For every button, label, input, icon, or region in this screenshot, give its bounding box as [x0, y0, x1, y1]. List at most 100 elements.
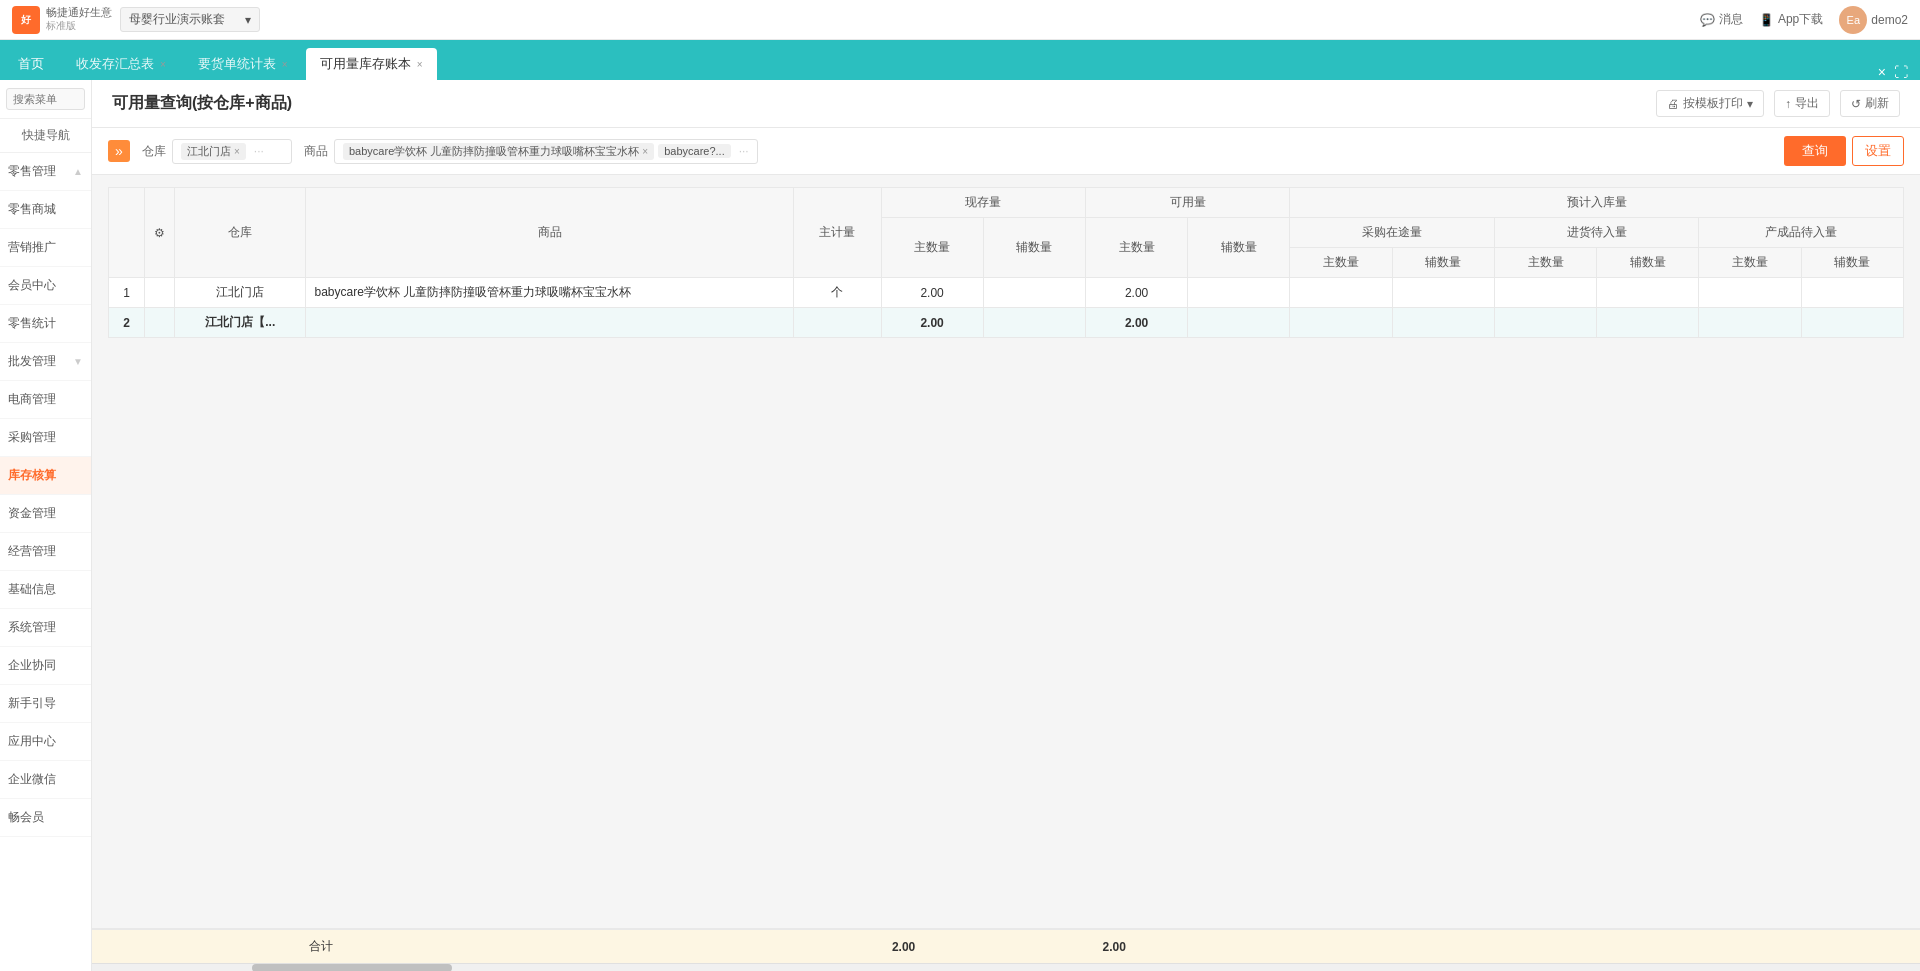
- th-settings: ⚙: [145, 188, 175, 278]
- th-product-pending: 产成品待入量: [1699, 218, 1904, 248]
- cell-settings-1: [145, 278, 175, 308]
- nav-tabs: 首页 收发存汇总表 × 要货单统计表 × 可用量库存账本 × × ⛶: [0, 40, 1920, 80]
- settings-gear-icon[interactable]: ⚙: [154, 226, 165, 240]
- export-button[interactable]: ↑ 导出: [1774, 90, 1830, 117]
- sidebar-item-retail-stats[interactable]: 零售统计: [0, 305, 91, 343]
- industry-label: 母婴行业演示账套: [129, 11, 225, 28]
- sidebar-retail-mgmt-label: 零售管理: [8, 163, 56, 180]
- product-tag-remove[interactable]: ×: [642, 146, 648, 157]
- sidebar-marketing-label: 营销推广: [8, 239, 56, 256]
- product-filter-field: 商品 babycare学饮杯 儿童防摔防撞吸管杯重力球吸嘴杯宝宝水杯 × bab…: [304, 139, 758, 164]
- top-bar-right: 💬 消息 📱 App下载 Ea demo2: [1700, 6, 1908, 34]
- warehouse-tag-jiangbei: 江北门店 ×: [181, 143, 246, 160]
- product-tag-input[interactable]: babycare学饮杯 儿童防摔防撞吸管杯重力球吸嘴杯宝宝水杯 × babyca…: [334, 139, 758, 164]
- sidebar-item-app-center[interactable]: 应用中心: [0, 723, 91, 761]
- total-empty-4: [761, 938, 851, 955]
- th-purchase-transit: 采购在途量: [1290, 218, 1494, 248]
- sidebar-system-label: 系统管理: [8, 619, 56, 636]
- cell-pur-transit-aux-1: [1392, 278, 1494, 308]
- tab-available-stock[interactable]: 可用量库存账本 ×: [306, 48, 437, 80]
- query-button[interactable]: 查询: [1784, 136, 1846, 166]
- sidebar-item-inventory[interactable]: 库存核算: [0, 457, 91, 495]
- cell-available-main-1: 2.00: [1085, 278, 1187, 308]
- product-label: 商品: [304, 143, 328, 160]
- main-layout: 快捷导航 零售管理 ▲ 零售商城 营销推广 会员中心 零售统计 批发管理 ▼ 电…: [0, 80, 1920, 971]
- sidebar-item-marketing[interactable]: 营销推广: [0, 229, 91, 267]
- content-area: 可用量查询(按仓库+商品) 🖨 按模板打印 ▾ ↑ 导出 ↺ 刷新 »: [92, 80, 1920, 971]
- tab-home[interactable]: 首页: [4, 48, 58, 80]
- sidebar-item-system-mgmt[interactable]: 系统管理: [0, 609, 91, 647]
- chevron-up-icon: ▲: [73, 166, 83, 177]
- user-profile[interactable]: Ea demo2: [1839, 6, 1908, 34]
- warehouse-tag-input[interactable]: 江北门店 × ···: [172, 139, 292, 164]
- template-print-button[interactable]: 🖨 按模板打印 ▾: [1656, 90, 1764, 117]
- sidebar-item-new-guide[interactable]: 新手引导: [0, 685, 91, 723]
- scrollbar-thumb[interactable]: [252, 964, 452, 971]
- horizontal-scrollbar[interactable]: [92, 963, 1920, 971]
- sidebar-basic-info-label: 基础信息: [8, 581, 56, 598]
- industry-selector[interactable]: 母婴行业演示账套 ▾: [120, 7, 260, 32]
- cell-product-main-2: [1699, 308, 1801, 338]
- settings-button[interactable]: 设置: [1852, 136, 1904, 166]
- th-inbound-main: 主数量: [1494, 248, 1596, 278]
- sidebar-item-member-center[interactable]: 会员中心: [0, 267, 91, 305]
- product-filter-dots-icon: ···: [739, 144, 749, 158]
- fullscreen-icon[interactable]: ⛶: [1894, 64, 1908, 80]
- search-input[interactable]: [6, 88, 85, 110]
- tab-receivable-summary[interactable]: 收发存汇总表 ×: [62, 48, 180, 80]
- tab-order-label: 要货单统计表: [198, 55, 276, 73]
- sidebar-retail-mall-label: 零售商城: [8, 201, 56, 218]
- cell-pur-transit-aux-2: [1392, 308, 1494, 338]
- sidebar-item-enterprise-collab[interactable]: 企业协同: [0, 647, 91, 685]
- sidebar-item-wholesale[interactable]: 批发管理 ▼: [0, 343, 91, 381]
- logo: 好 畅捷通好生意 标准版: [12, 6, 112, 34]
- th-available-aux: 辅数量: [1188, 218, 1290, 278]
- cell-settings-2: [145, 308, 175, 338]
- filter-expand-button[interactable]: »: [108, 140, 130, 162]
- close-tabs-icon[interactable]: ×: [1878, 64, 1886, 80]
- sidebar-item-purchase-mgmt[interactable]: 采购管理: [0, 419, 91, 457]
- message-icon: 💬: [1700, 13, 1715, 27]
- sidebar-inventory-label: 库存核算: [8, 467, 56, 484]
- cell-product-2: [306, 308, 793, 338]
- sidebar-retail-stats-label: 零售统计: [8, 315, 56, 332]
- tab-order-close[interactable]: ×: [282, 59, 288, 70]
- sidebar-item-retail-mgmt[interactable]: 零售管理 ▲: [0, 153, 91, 191]
- cell-warehouse-2: 江北门店【...: [175, 308, 306, 338]
- sidebar-item-quick-nav[interactable]: 快捷导航: [0, 119, 91, 153]
- tab-available-close[interactable]: ×: [417, 59, 423, 70]
- tab-order-stats[interactable]: 要货单统计表 ×: [184, 48, 302, 80]
- warehouse-tag-remove[interactable]: ×: [234, 146, 240, 157]
- sidebar-item-retail-mall[interactable]: 零售商城: [0, 191, 91, 229]
- app-download-button[interactable]: 📱 App下载: [1759, 11, 1823, 28]
- message-button[interactable]: 💬 消息: [1700, 11, 1743, 28]
- product-tag-text: babycare学饮杯 儿童防摔防撞吸管杯重力球吸嘴杯宝宝水杯: [349, 144, 639, 159]
- sidebar-item-operations[interactable]: 经营管理: [0, 533, 91, 571]
- cell-inbound-main-1: [1494, 278, 1596, 308]
- sidebar-wholesale-label: 批发管理: [8, 353, 56, 370]
- sidebar-item-basic-info[interactable]: 基础信息: [0, 571, 91, 609]
- table-row-group: 2 江北门店【... 2.00 2.00: [109, 308, 1904, 338]
- sidebar-item-ecommerce[interactable]: 电商管理: [0, 381, 91, 419]
- total-empty-8: [1588, 938, 1693, 955]
- logo-sub: 标准版: [46, 19, 112, 33]
- sidebar-item-enterprise-wechat[interactable]: 企业微信: [0, 761, 91, 799]
- th-pur-transit-main: 主数量: [1290, 248, 1392, 278]
- total-empty-6: [1377, 938, 1482, 955]
- sidebar-finance-label: 资金管理: [8, 505, 56, 522]
- cell-available-aux-1: [1188, 278, 1290, 308]
- cell-product-aux-2: [1801, 308, 1903, 338]
- top-bar-left: 好 畅捷通好生意 标准版 母婴行业演示账套 ▾: [12, 6, 260, 34]
- top-bar: 好 畅捷通好生意 标准版 母婴行业演示账套 ▾ 💬 消息 📱 App下载 Ea …: [0, 0, 1920, 40]
- cell-current-aux-1: [983, 278, 1085, 308]
- sidebar-item-finance[interactable]: 资金管理: [0, 495, 91, 533]
- product-tag-babycare: babycare学饮杯 儿童防摔防撞吸管杯重力球吸嘴杯宝宝水杯 ×: [343, 143, 654, 160]
- tab-receivable-close[interactable]: ×: [160, 59, 166, 70]
- nav-tabs-right: × ⛶: [1878, 64, 1920, 80]
- sidebar-member-label: 会员中心: [8, 277, 56, 294]
- refresh-button[interactable]: ↺ 刷新: [1840, 90, 1900, 117]
- th-product: 商品: [306, 188, 793, 278]
- cell-inbound-aux-2: [1597, 308, 1699, 338]
- sidebar-item-vip[interactable]: 畅会员: [0, 799, 91, 837]
- total-current-main: 2.00: [851, 938, 956, 955]
